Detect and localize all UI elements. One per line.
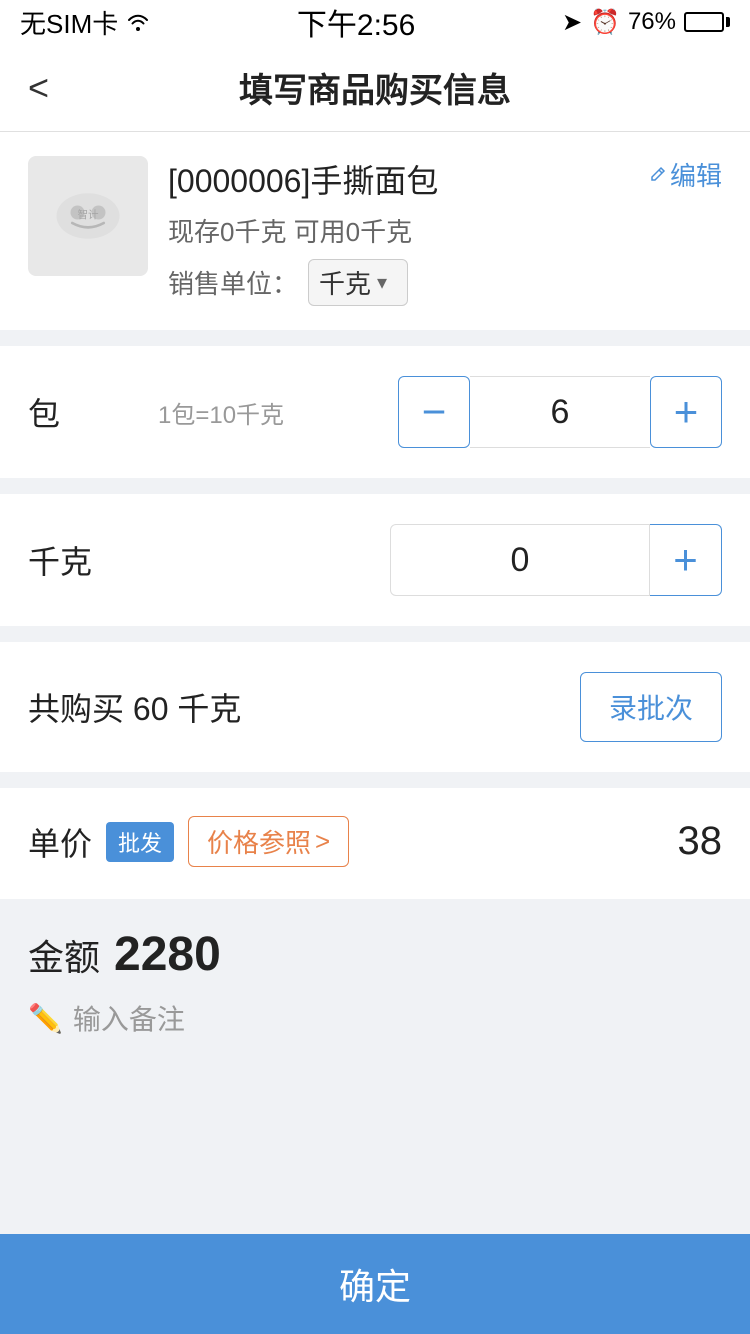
status-right: ➤ ⏰ 76%	[562, 8, 730, 37]
total-text: 共购买 60 千克	[28, 684, 241, 730]
amount-value: 2280	[114, 927, 221, 982]
location-icon: ➤	[562, 8, 582, 37]
pencil-icon: ✏️	[28, 1002, 63, 1035]
total-unit-value: 千克	[177, 691, 241, 727]
price-label: 单价	[28, 819, 92, 865]
price-ref-label: 价格参照	[207, 823, 311, 860]
kg-increment-button[interactable]: +	[650, 524, 722, 596]
confirm-button[interactable]: 确定	[0, 1234, 750, 1334]
amount-section: 金额 2280 ✏️ 输入备注	[0, 899, 750, 1234]
bao-increment-button[interactable]: +	[650, 376, 722, 448]
kg-stepper: +	[390, 524, 722, 596]
note-label: 输入备注	[73, 998, 185, 1038]
price-tag: 批发	[106, 822, 174, 862]
kg-input[interactable]	[390, 524, 650, 596]
time-display: 下午2:56	[297, 0, 415, 44]
product-card: 智计 [0000006]手撕面包 编辑 现存0千克 可用0千克 销售单位： 千克…	[0, 132, 750, 330]
product-name: [0000006]手撕面包	[168, 156, 648, 202]
price-ref-button[interactable]: 价格参照 >	[188, 816, 349, 867]
batch-button[interactable]: 录批次	[580, 672, 722, 742]
amount-label: 金额	[28, 929, 100, 981]
unit-value: 千克	[319, 264, 371, 301]
price-value: 38	[678, 819, 723, 864]
product-stock: 现存0千克 可用0千克	[168, 212, 722, 249]
total-label: 共购买	[28, 691, 124, 727]
product-header: [0000006]手撕面包 编辑	[168, 156, 722, 202]
back-button[interactable]: <	[28, 67, 49, 109]
svg-text:智计: 智计	[78, 208, 99, 221]
product-logo-icon: 智计	[53, 186, 123, 246]
product-info: [0000006]手撕面包 编辑 现存0千克 可用0千克 销售单位： 千克 ▾	[168, 156, 722, 306]
carrier-text: 无SIM卡	[20, 4, 118, 41]
nav-bar: < 填写商品购买信息	[0, 44, 750, 132]
page-title: 填写商品购买信息	[239, 63, 511, 112]
bao-label: 包	[28, 389, 148, 435]
bao-input[interactable]	[470, 376, 650, 448]
product-image: 智计	[28, 156, 148, 276]
note-row[interactable]: ✏️ 输入备注	[28, 998, 722, 1038]
unit-select[interactable]: 千克 ▾	[308, 259, 408, 306]
bao-section: 包 1包=10千克 − +	[0, 346, 750, 478]
unit-label: 销售单位：	[168, 264, 298, 301]
battery-icon	[684, 12, 730, 32]
product-unit-row: 销售单位： 千克 ▾	[168, 259, 722, 306]
alarm-icon: ⏰	[590, 8, 620, 37]
edit-button[interactable]: 编辑	[648, 156, 722, 193]
bao-stepper: − +	[398, 376, 722, 448]
kg-label: 千克	[28, 537, 148, 583]
price-section: 单价 批发 价格参照 > 38	[0, 788, 750, 899]
bao-decrement-button[interactable]: −	[398, 376, 470, 448]
chevron-down-icon: ▾	[377, 270, 387, 295]
total-amount-value: 60	[133, 691, 169, 727]
kg-row: 千克 +	[0, 494, 750, 626]
kg-section: 千克 +	[0, 494, 750, 626]
edit-icon	[648, 166, 666, 184]
total-row: 共购买 60 千克 录批次	[0, 642, 750, 772]
battery-percent: 76%	[628, 8, 676, 36]
chevron-right-icon: >	[315, 826, 330, 857]
amount-row: 金额 2280	[28, 927, 722, 982]
bao-row: 包 1包=10千克 − +	[0, 346, 750, 478]
status-left: 无SIM卡	[20, 4, 150, 41]
wifi-icon	[126, 7, 150, 38]
status-bar: 无SIM卡 下午2:56 ➤ ⏰ 76%	[0, 0, 750, 44]
bao-hint: 1包=10千克	[158, 395, 284, 430]
price-row: 单价 批发 价格参照 > 38	[28, 816, 722, 867]
